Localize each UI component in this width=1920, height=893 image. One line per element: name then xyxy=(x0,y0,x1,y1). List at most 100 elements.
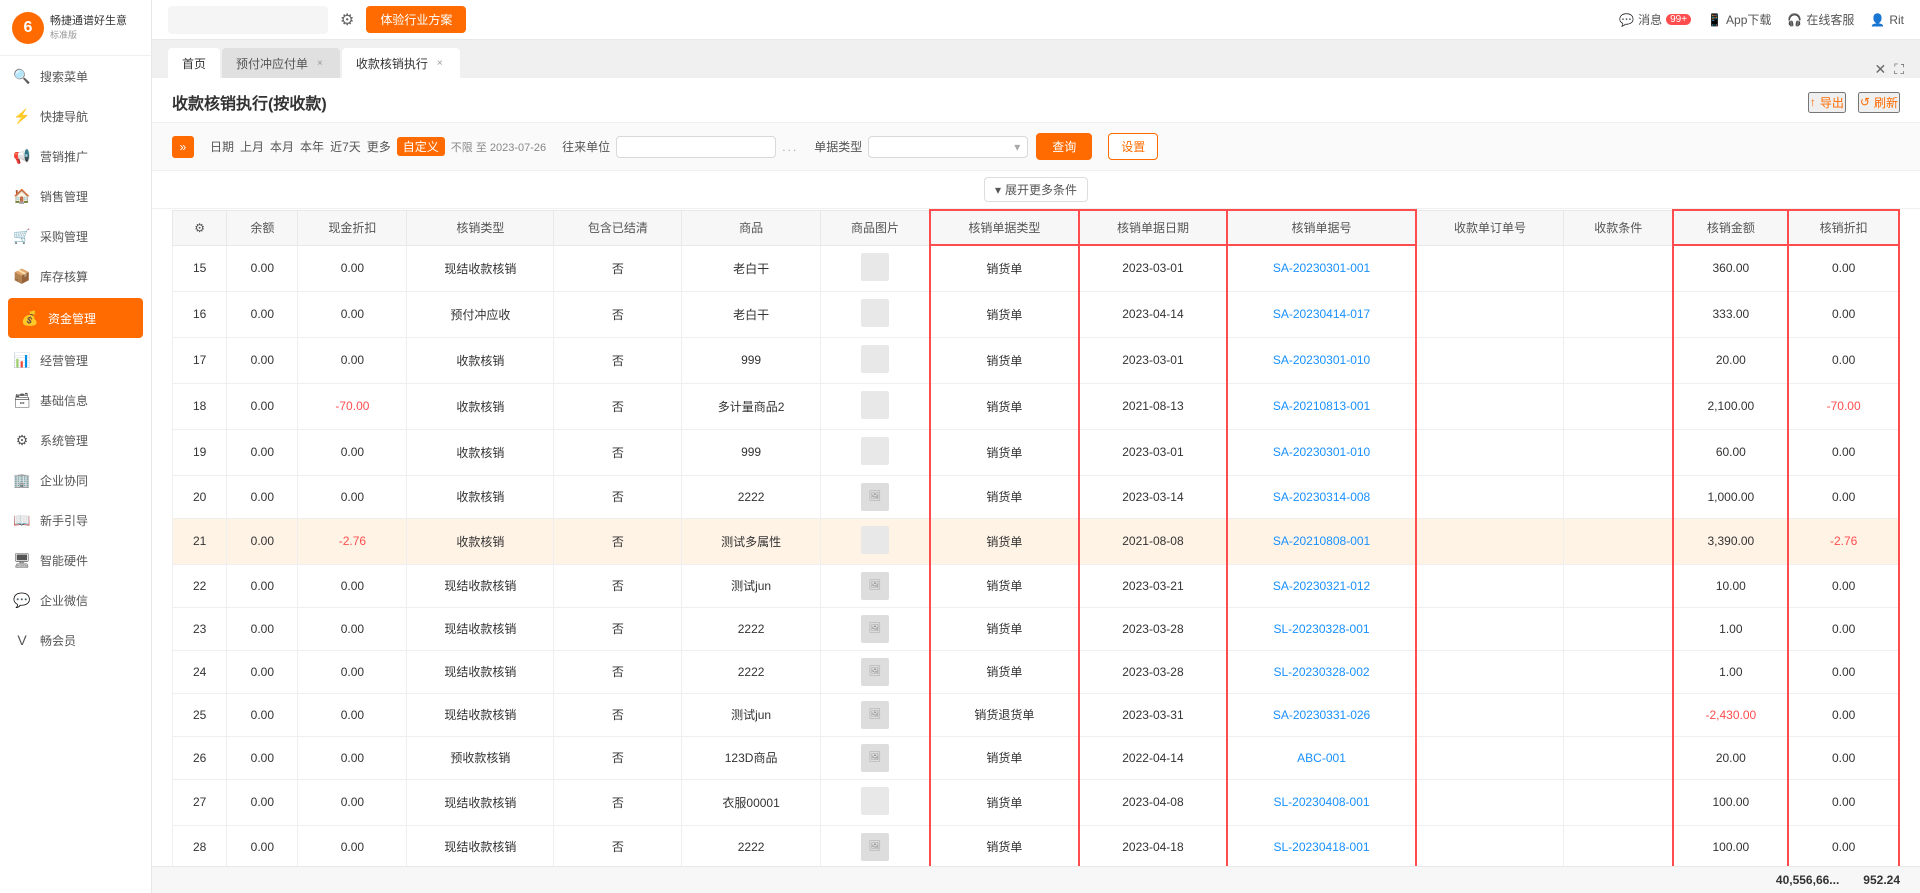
guide-label: 新手引导 xyxy=(40,512,88,529)
cell-cash-discount: 0.00 xyxy=(298,650,407,693)
bill-number-link[interactable]: SA-20210813-001 xyxy=(1273,399,1370,413)
export-btn[interactable]: ↑ 导出 xyxy=(1808,92,1846,113)
close-all-icon[interactable]: ✕ xyxy=(1874,61,1886,78)
message-btn[interactable]: 💬 消息 99+ xyxy=(1619,11,1691,28)
sidebar-item-hardware[interactable]: 🖥 智能硬件 xyxy=(0,540,151,580)
sidebar-item-capital[interactable]: 💰 资金管理 xyxy=(8,298,143,338)
sidebar-item-marketing[interactable]: 📢 营销推广 xyxy=(0,136,151,176)
page-title: 收款核销执行(按收款) xyxy=(172,90,327,114)
cell-no: 24 xyxy=(173,650,227,693)
cell-bill-number[interactable]: SA-20210808-001 xyxy=(1227,518,1416,564)
header-search[interactable] xyxy=(168,6,328,34)
sidebar-item-wechat[interactable]: 💬 企业微信 xyxy=(0,580,151,620)
online-service-btn[interactable]: 🎧 在线客服 xyxy=(1787,11,1854,28)
cell-write-off-discount: 0.00 xyxy=(1788,607,1899,650)
product-image xyxy=(861,345,889,373)
table-row: 15 0.00 0.00 现结收款核销 否 老白干 销货单 2023-03-01… xyxy=(173,245,1900,291)
table-row: 25 0.00 0.00 现结收款核销 否 测试jun 🖼 销货退货单 2023… xyxy=(173,693,1900,736)
table-header-row: ⚙ 余额 现金折扣 核销类型 包含已结清 商品 商品图片 核销单据类型 核销单据… xyxy=(173,210,1900,245)
date-this-year[interactable]: 本年 xyxy=(300,138,324,155)
cell-receipt-terms xyxy=(1564,693,1674,736)
sidebar-item-shortcut[interactable]: ⚡ 快捷导航 xyxy=(0,96,151,136)
date-more[interactable]: 更多 xyxy=(367,138,391,155)
cell-bill-number[interactable]: SA-20230321-012 xyxy=(1227,564,1416,607)
bill-type-select[interactable] xyxy=(868,136,1028,158)
cell-bill-number[interactable]: SA-20230414-017 xyxy=(1227,291,1416,337)
sidebar: 6 畅捷通谱好生意 标准版 🔍 搜索菜单 ⚡ 快捷导航 📢 营销推广 🏠 销售管… xyxy=(0,0,152,893)
cell-bill-date: 2022-04-14 xyxy=(1079,736,1228,779)
bill-number-link[interactable]: SA-20210808-001 xyxy=(1273,534,1370,548)
cell-bill-category: 销货单 xyxy=(930,245,1079,291)
sidebar-item-inventory[interactable]: 📦 库存核算 xyxy=(0,256,151,296)
cell-bill-number[interactable]: SL-20230408-001 xyxy=(1227,779,1416,825)
cell-product-image: 🖼 xyxy=(820,650,930,693)
cell-receipt-terms xyxy=(1564,383,1674,429)
date-7days[interactable]: 近7天 xyxy=(330,138,361,155)
cell-cash-discount: 0.00 xyxy=(298,607,407,650)
table-row: 17 0.00 0.00 收款核销 否 999 销货单 2023-03-01 S… xyxy=(173,337,1900,383)
refresh-btn[interactable]: ↺ 刷新 xyxy=(1858,92,1900,113)
filter-settings-btn[interactable]: 设置 xyxy=(1108,133,1158,160)
bill-number-link[interactable]: SA-20230301-010 xyxy=(1273,445,1370,459)
expand-more-btn[interactable]: ▾ 展开更多条件 xyxy=(984,177,1088,202)
user-info[interactable]: 👤 Rit xyxy=(1870,13,1904,27)
bill-number-link[interactable]: SA-20230321-012 xyxy=(1273,579,1370,593)
user-avatar: 👤 xyxy=(1870,13,1885,27)
sidebar-item-operation[interactable]: 📊 经营管理 xyxy=(0,340,151,380)
counterpart-input[interactable] xyxy=(616,136,776,158)
tab-prepay[interactable]: 预付冲应付单 × xyxy=(222,48,340,78)
bill-number-link[interactable]: SA-20230314-008 xyxy=(1273,490,1370,504)
filter-expand-btn[interactable]: » xyxy=(172,136,194,158)
cell-receipt-order xyxy=(1416,736,1564,779)
cell-bill-number[interactable]: SA-20210813-001 xyxy=(1227,383,1416,429)
cell-balance: 0.00 xyxy=(227,245,298,291)
th-write-off-amount: 核销金额 xyxy=(1673,210,1788,245)
cell-bill-number[interactable]: SA-20230314-008 xyxy=(1227,475,1416,518)
cell-bill-number[interactable]: SL-20230328-001 xyxy=(1227,607,1416,650)
cell-receipt-order xyxy=(1416,383,1564,429)
cell-bill-number[interactable]: SA-20230301-010 xyxy=(1227,429,1416,475)
bill-number-link[interactable]: SA-20230301-001 xyxy=(1273,261,1370,275)
bill-number-link[interactable]: SA-20230301-010 xyxy=(1273,353,1370,367)
th-settings[interactable]: ⚙ xyxy=(173,210,227,245)
industry-btn[interactable]: 体验行业方案 xyxy=(366,6,466,33)
date-custom[interactable]: 自定义 xyxy=(397,137,445,156)
sidebar-item-search[interactable]: 🔍 搜索菜单 xyxy=(0,56,151,96)
sidebar-item-sales[interactable]: 🏠 销售管理 xyxy=(0,176,151,216)
cell-bill-number[interactable]: SA-20230301-001 xyxy=(1227,245,1416,291)
date-last-month[interactable]: 上月 xyxy=(240,138,264,155)
cell-bill-number[interactable]: SL-20230328-002 xyxy=(1227,650,1416,693)
cell-product: 2222 xyxy=(682,475,821,518)
cell-receipt-order xyxy=(1416,429,1564,475)
tab-home[interactable]: 首页 xyxy=(168,48,220,78)
bill-number-link[interactable]: SA-20230414-017 xyxy=(1273,307,1370,321)
table-body: 15 0.00 0.00 现结收款核销 否 老白干 销货单 2023-03-01… xyxy=(173,245,1900,866)
bill-number-link[interactable]: ABC-001 xyxy=(1297,751,1346,765)
tab-receipt-close[interactable]: × xyxy=(434,57,446,70)
cell-bill-number[interactable]: SA-20230301-010 xyxy=(1227,337,1416,383)
bill-number-link[interactable]: SL-20230418-001 xyxy=(1273,840,1369,854)
sidebar-item-purchase[interactable]: 🛒 采购管理 xyxy=(0,216,151,256)
cell-bill-number[interactable]: ABC-001 xyxy=(1227,736,1416,779)
bill-number-link[interactable]: SA-20230331-026 xyxy=(1273,708,1370,722)
fullscreen-icon[interactable]: ⛶ xyxy=(1894,61,1904,78)
wechat-label: 企业微信 xyxy=(40,592,88,609)
cell-bill-number[interactable]: SA-20230331-026 xyxy=(1227,693,1416,736)
settings-icon[interactable]: ⚙ xyxy=(340,10,354,30)
cell-bill-number[interactable]: SL-20230418-001 xyxy=(1227,825,1416,866)
tab-receipt[interactable]: 收款核销执行 × xyxy=(342,48,460,78)
sidebar-item-base[interactable]: 🗃 基础信息 xyxy=(0,380,151,420)
sidebar-item-member[interactable]: V 畅会员 xyxy=(0,620,151,660)
cell-balance: 0.00 xyxy=(227,693,298,736)
date-this-month[interactable]: 本月 xyxy=(270,138,294,155)
sidebar-item-system[interactable]: ⚙ 系统管理 xyxy=(0,420,151,460)
tab-prepay-close[interactable]: × xyxy=(314,57,326,70)
app-download-btn[interactable]: 📱 App下载 xyxy=(1707,11,1771,28)
sidebar-item-enterprise[interactable]: 🏢 企业协同 xyxy=(0,460,151,500)
bill-number-link[interactable]: SL-20230328-001 xyxy=(1273,622,1369,636)
sidebar-item-guide[interactable]: 📖 新手引导 xyxy=(0,500,151,540)
query-btn[interactable]: 查询 xyxy=(1036,133,1092,160)
bill-number-link[interactable]: SL-20230408-001 xyxy=(1273,795,1369,809)
bill-number-link[interactable]: SL-20230328-002 xyxy=(1273,665,1369,679)
cell-write-off-discount: 0.00 xyxy=(1788,736,1899,779)
